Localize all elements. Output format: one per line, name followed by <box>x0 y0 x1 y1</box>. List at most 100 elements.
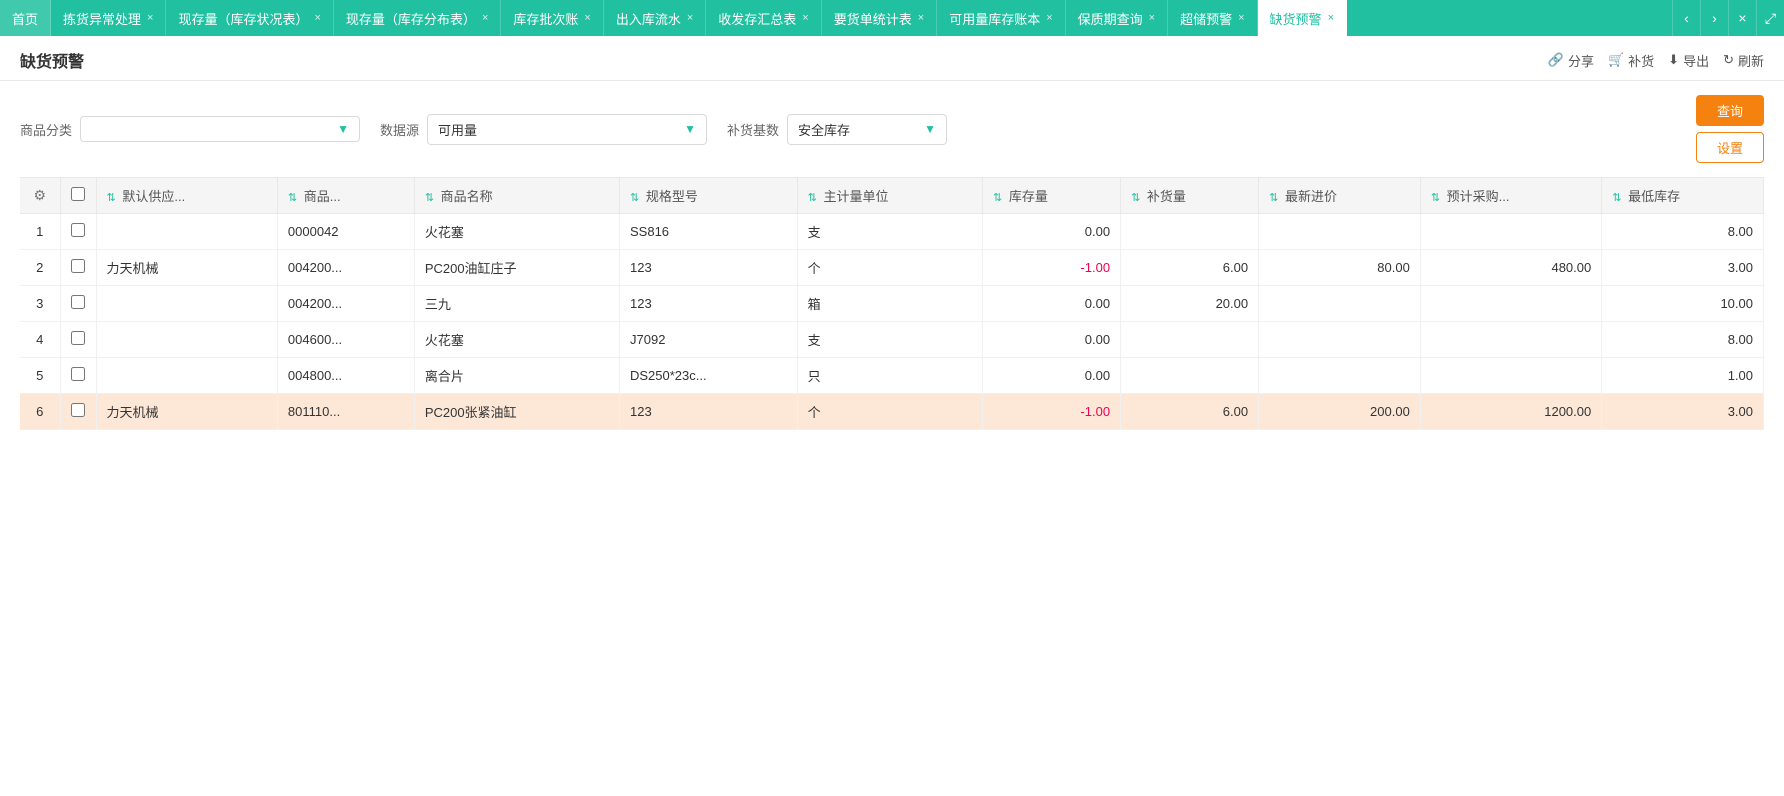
action-buttons: 查询 设置 <box>1696 95 1764 163</box>
row-est-purchase <box>1420 322 1601 358</box>
sort-icon: ⇅ <box>993 192 1002 204</box>
export-icon: ⬇ <box>1668 52 1679 68</box>
row-supplier: 力天机械 <box>96 250 277 286</box>
close-icon[interactable]: × <box>584 12 590 24</box>
tab-inout[interactable]: 出入库流水 × <box>604 0 706 36</box>
row-latest-price <box>1259 214 1421 250</box>
column-supplier[interactable]: ⇅ 默认供应... <box>96 178 277 214</box>
column-min-stock[interactable]: ⇅ 最低库存 <box>1602 178 1764 214</box>
replenish-button[interactable]: 🛒 补货 <box>1608 51 1654 70</box>
tab-overstock[interactable]: 超储预警 × <box>1168 0 1257 36</box>
datasource-select[interactable]: 可用量 ▼ <box>427 114 707 145</box>
tab-label: 可用量库存账本 <box>949 9 1040 28</box>
settings-button[interactable]: 设置 <box>1696 132 1764 163</box>
export-button[interactable]: ⬇ 导出 <box>1668 51 1709 70</box>
main-content: 缺货预警 🔗 分享 🛒 补货 ⬇ 导出 ↻ 刷新 商品分类 <box>0 36 1784 796</box>
filter-datasource-group: 数据源 可用量 ▼ <box>380 114 707 145</box>
tab-order-stat[interactable]: 要货单统计表 × <box>822 0 937 36</box>
row-checkbox[interactable] <box>71 331 85 345</box>
tab-shortage[interactable]: 缺货预警 × <box>1258 0 1347 36</box>
tab-available[interactable]: 可用量库存账本 × <box>937 0 1065 36</box>
refresh-button[interactable]: ↻ 刷新 <box>1723 51 1764 70</box>
tab-stock-dist[interactable]: 现存量（库存分布表） × <box>334 0 501 36</box>
tab-label: 现存量（库存分布表） <box>346 9 476 28</box>
chevron-down-icon: ▼ <box>684 122 696 136</box>
sort-icon: ⇅ <box>1131 192 1140 204</box>
sort-icon: ⇅ <box>107 192 116 204</box>
share-button[interactable]: 🔗 分享 <box>1548 51 1594 70</box>
row-checkbox[interactable] <box>71 259 85 273</box>
row-replenish: 20.00 <box>1121 286 1259 322</box>
share-icon: 🔗 <box>1548 52 1564 68</box>
replenish-base-value: 安全库存 <box>798 120 850 139</box>
table-row: 3 004200... 三九 123 箱 0.00 20.00 10.00 <box>20 286 1764 322</box>
close-icon[interactable]: × <box>1046 12 1052 24</box>
category-select[interactable]: ▼ <box>80 116 360 142</box>
export-label: 导出 <box>1683 51 1709 70</box>
sort-icon: ⇅ <box>1431 192 1440 204</box>
tab-next-button[interactable]: › <box>1700 0 1728 36</box>
row-latest-price <box>1259 358 1421 394</box>
row-latest-price: 80.00 <box>1259 250 1421 286</box>
close-icon[interactable]: × <box>482 12 488 24</box>
row-goods-code: 801110... <box>277 394 414 430</box>
row-supplier: 力天机械 <box>96 394 277 430</box>
row-goods-name: PC200张紧油缸 <box>414 394 619 430</box>
column-goods-name[interactable]: ⇅ 商品名称 <box>414 178 619 214</box>
close-icon[interactable]: × <box>147 12 153 24</box>
column-replenish[interactable]: ⇅ 补货量 <box>1121 178 1259 214</box>
column-latest-price[interactable]: ⇅ 最新进价 <box>1259 178 1421 214</box>
tab-stock-status[interactable]: 现存量（库存状况表） × <box>166 0 333 36</box>
row-est-purchase <box>1420 358 1601 394</box>
tab-prev-button[interactable]: ‹ <box>1672 0 1700 36</box>
close-icon[interactable]: × <box>1149 12 1155 24</box>
row-checkbox[interactable] <box>71 403 85 417</box>
tab-label: 缺货预警 <box>1270 9 1322 28</box>
replenish-base-label: 补货基数 <box>727 120 779 139</box>
tab-close-button[interactable]: × <box>1728 0 1756 36</box>
select-all-checkbox[interactable] <box>71 187 85 201</box>
close-icon[interactable]: × <box>918 12 924 24</box>
tab-summary[interactable]: 收发存汇总表 × <box>706 0 821 36</box>
close-icon[interactable]: × <box>314 12 320 24</box>
column-label: 最低库存 <box>1628 189 1680 204</box>
page-title: 缺货预警 <box>20 48 84 72</box>
table-row: 4 004600... 火花塞 J7092 支 0.00 8.00 <box>20 322 1764 358</box>
column-goods-code[interactable]: ⇅ 商品... <box>277 178 414 214</box>
row-min-stock: 1.00 <box>1602 358 1764 394</box>
replenish-icon: 🛒 <box>1608 52 1624 68</box>
tab-picking[interactable]: 拣货异常处理 × <box>51 0 166 36</box>
column-gear: ⚙ <box>20 178 60 214</box>
column-est-purchase[interactable]: ⇅ 预计采购... <box>1420 178 1601 214</box>
column-unit[interactable]: ⇅ 主计量单位 <box>797 178 982 214</box>
row-goods-code: 004600... <box>277 322 414 358</box>
row-est-purchase <box>1420 286 1601 322</box>
close-icon[interactable]: × <box>1238 12 1244 24</box>
query-button[interactable]: 查询 <box>1696 95 1764 126</box>
row-checkbox[interactable] <box>71 223 85 237</box>
replenish-base-select[interactable]: 安全库存 ▼ <box>787 114 947 145</box>
tab-label: 保质期查询 <box>1078 9 1143 28</box>
column-spec[interactable]: ⇅ 规格型号 <box>620 178 798 214</box>
tab-expiry[interactable]: 保质期查询 × <box>1066 0 1168 36</box>
tab-label: 超储预警 <box>1180 9 1232 28</box>
column-label: 库存量 <box>1009 189 1048 204</box>
close-icon[interactable]: × <box>1328 12 1334 24</box>
row-checkbox[interactable] <box>71 367 85 381</box>
header-actions: 🔗 分享 🛒 补货 ⬇ 导出 ↻ 刷新 <box>1548 51 1764 70</box>
gear-icon[interactable]: ⚙ <box>33 187 46 204</box>
row-checkbox-cell <box>60 286 96 322</box>
close-icon[interactable]: × <box>687 12 693 24</box>
column-stock[interactable]: ⇅ 库存量 <box>983 178 1121 214</box>
row-unit: 支 <box>797 214 982 250</box>
tab-batch[interactable]: 库存批次账 × <box>501 0 603 36</box>
tab-home[interactable]: 首页 <box>0 0 51 36</box>
tab-label: 库存批次账 <box>513 9 578 28</box>
column-label: 默认供应... <box>122 189 185 204</box>
row-checkbox[interactable] <box>71 295 85 309</box>
row-goods-name: 离合片 <box>414 358 619 394</box>
row-index: 3 <box>20 286 60 322</box>
tab-expand-button[interactable]: ⤢ <box>1756 0 1784 36</box>
row-goods-name: 三九 <box>414 286 619 322</box>
close-icon[interactable]: × <box>802 12 808 24</box>
